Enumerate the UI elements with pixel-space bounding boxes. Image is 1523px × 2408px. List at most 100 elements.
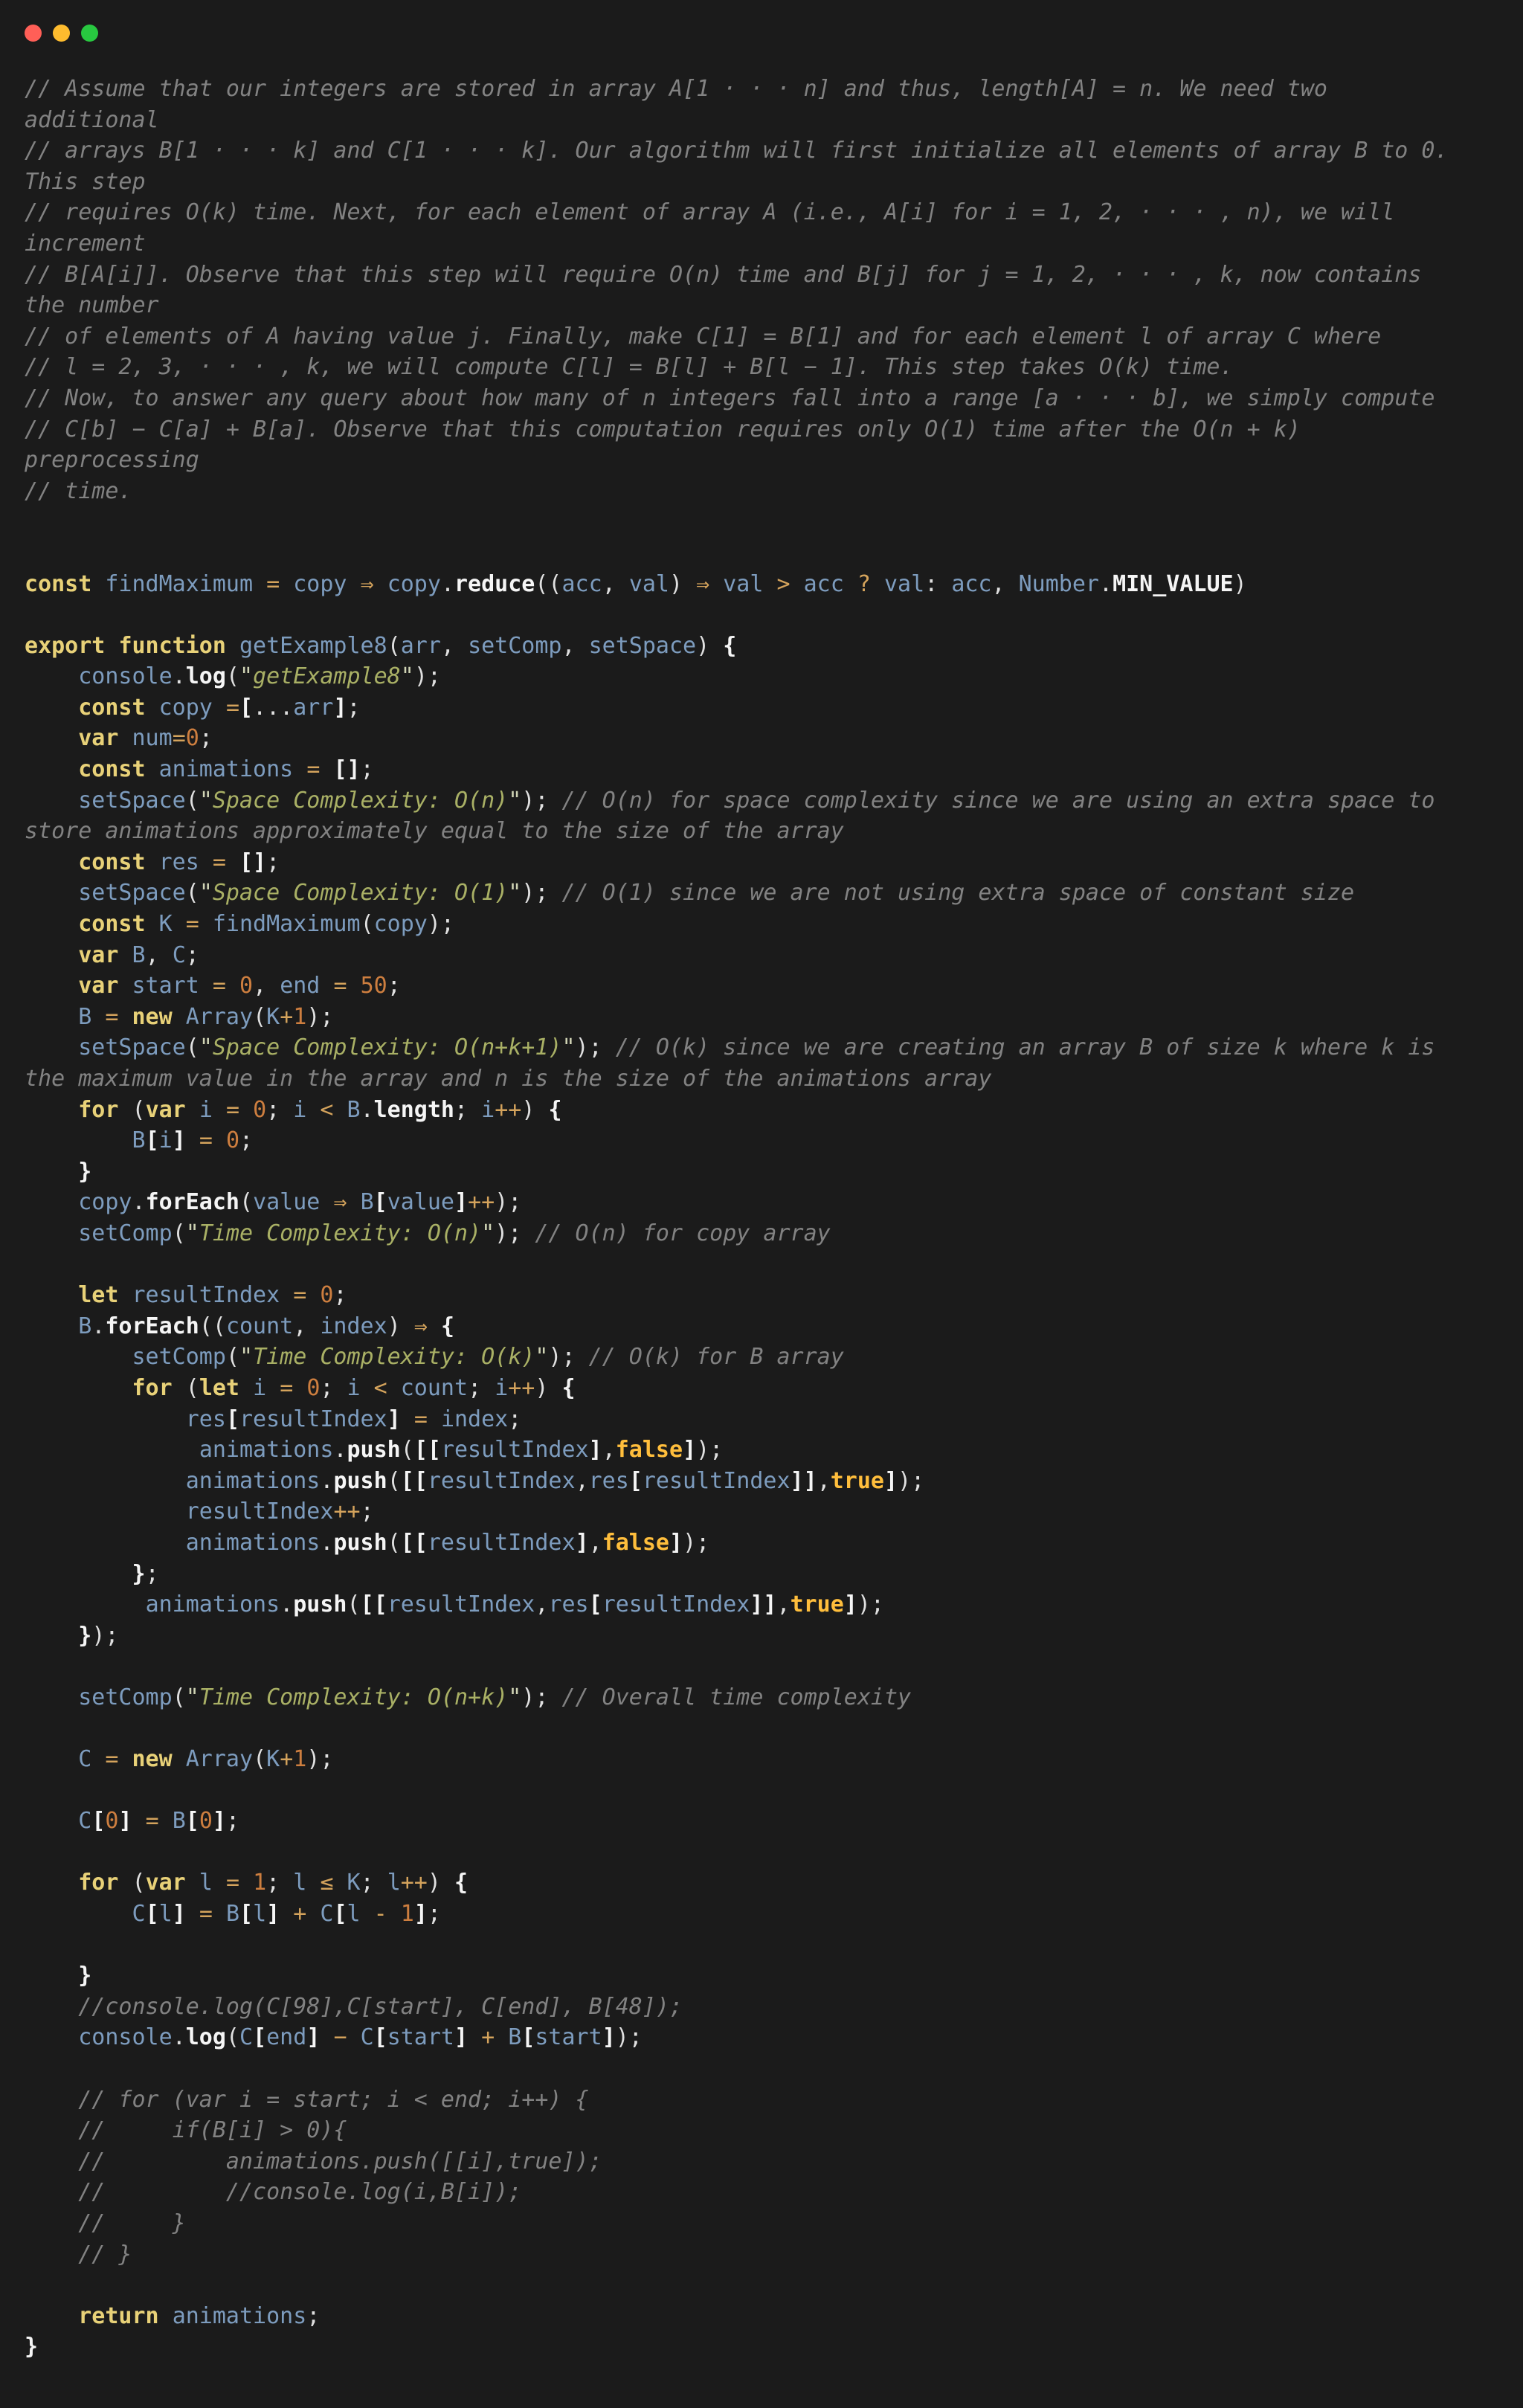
- code-token: true: [790, 1591, 844, 1618]
- code-line: resultIndex++;: [25, 1496, 1511, 1527]
- code-token: end: [280, 973, 321, 999]
- code-token: C: [360, 2024, 374, 2051]
- code-token: animations: [172, 2302, 307, 2329]
- code-line: const copy =[...arr];: [25, 692, 1511, 724]
- code-token: ,: [293, 1313, 321, 1339]
- minimize-button-icon[interactable]: [53, 25, 70, 42]
- code-token: store animations approximately equal to …: [25, 818, 844, 845]
- code-token: // if(B[i] > 0){: [78, 2117, 347, 2144]
- code-token: );: [495, 1189, 522, 1216]
- code-token: );: [91, 1622, 119, 1649]
- code-token: =: [105, 1003, 119, 1030]
- code-token: {: [561, 1374, 576, 1401]
- maximize-button-icon[interactable]: [81, 25, 98, 42]
- code-token: copy: [373, 911, 428, 938]
- code-token: ): [1233, 570, 1247, 597]
- code-token: ;: [360, 1498, 374, 1525]
- code-line: the number: [25, 290, 1511, 321]
- code-token: Time Complexity: O(k): [253, 1344, 535, 1371]
- code-token: ⇒: [333, 1189, 347, 1216]
- code-token: additional: [25, 106, 159, 133]
- code-token: animations: [199, 1437, 334, 1464]
- code-token: =: [185, 911, 199, 938]
- code-token: {: [548, 1096, 562, 1123]
- code-token: ]]: [790, 1467, 817, 1494]
- code-token: resultIndex: [427, 1467, 576, 1494]
- code-token: {: [454, 1870, 469, 1896]
- code-token: [: [239, 1901, 254, 1928]
- code-line: // l = 2, 3, · · · , k, we will compute …: [25, 352, 1511, 383]
- code-line: return animations;: [25, 2301, 1511, 2332]
- code-line: // for (var i = start; i < end; i++) {: [25, 2085, 1511, 2116]
- code-token: push: [333, 1467, 387, 1494]
- code-token: animations: [185, 1529, 321, 1556]
- code-token: // }: [78, 2209, 186, 2236]
- code-token: forEach: [105, 1313, 199, 1339]
- close-button-icon[interactable]: [25, 25, 42, 42]
- code-token: setSpace: [78, 787, 186, 814]
- code-token: [: [185, 1808, 199, 1835]
- code-token: );: [615, 2024, 643, 2051]
- code-token: }: [25, 2334, 39, 2360]
- code-line: // Now, to answer any query about how ma…: [25, 383, 1511, 414]
- code-token: ]: [266, 1901, 280, 1928]
- code-token: (: [185, 880, 199, 907]
- code-token: // B[A[i]]. Observe that this step will …: [25, 261, 1422, 288]
- code-token: true: [830, 1467, 884, 1494]
- code-token: copy: [293, 570, 347, 597]
- code-line: // arrays B[1 · · · k] and C[1 · · · k].…: [25, 135, 1511, 167]
- code-token: ;: [145, 1560, 159, 1587]
- code-token: push: [333, 1529, 387, 1556]
- code-token: // C[b] − C[a] + B[a]. Observe that this…: [25, 416, 1301, 442]
- code-token: B: [360, 1189, 374, 1216]
- code-line: export function getExample8(arr, setComp…: [25, 631, 1511, 662]
- code-token: );: [575, 1034, 616, 1061]
- window-controls: [25, 25, 98, 42]
- code-token: 0: [105, 1808, 119, 1835]
- code-token: +: [280, 1003, 294, 1030]
- code-line: res[resultIndex] = index;: [25, 1404, 1511, 1435]
- code-token: ++: [400, 1870, 428, 1896]
- code-token: ,: [602, 1437, 616, 1464]
- code-token: <: [373, 1374, 387, 1401]
- code-token: setComp: [78, 1684, 173, 1710]
- code-token: B: [508, 2024, 522, 2051]
- code-line: // requires O(k) time. Next, for each el…: [25, 197, 1511, 228]
- code-token: val: [723, 570, 764, 597]
- code-token: ;: [454, 1096, 482, 1123]
- code-token: ,: [253, 973, 280, 999]
- code-line: var B, C;: [25, 940, 1511, 971]
- code-token: []: [239, 849, 267, 875]
- code-token: resultIndex: [602, 1591, 750, 1618]
- code-token: 50: [360, 973, 387, 999]
- code-token: =: [266, 570, 280, 597]
- code-token: [: [145, 1901, 159, 1928]
- code-token: log: [185, 663, 226, 690]
- code-token: C: [78, 1808, 92, 1835]
- code-token: const: [78, 849, 146, 875]
- code-token: increment: [25, 230, 146, 257]
- code-token: [: [521, 2024, 535, 2051]
- code-token: ": [199, 787, 213, 814]
- code-token: (: [400, 1437, 414, 1464]
- code-token: =: [145, 1808, 159, 1835]
- code-line: animations.push([[resultIndex,res[result…: [25, 1589, 1511, 1620]
